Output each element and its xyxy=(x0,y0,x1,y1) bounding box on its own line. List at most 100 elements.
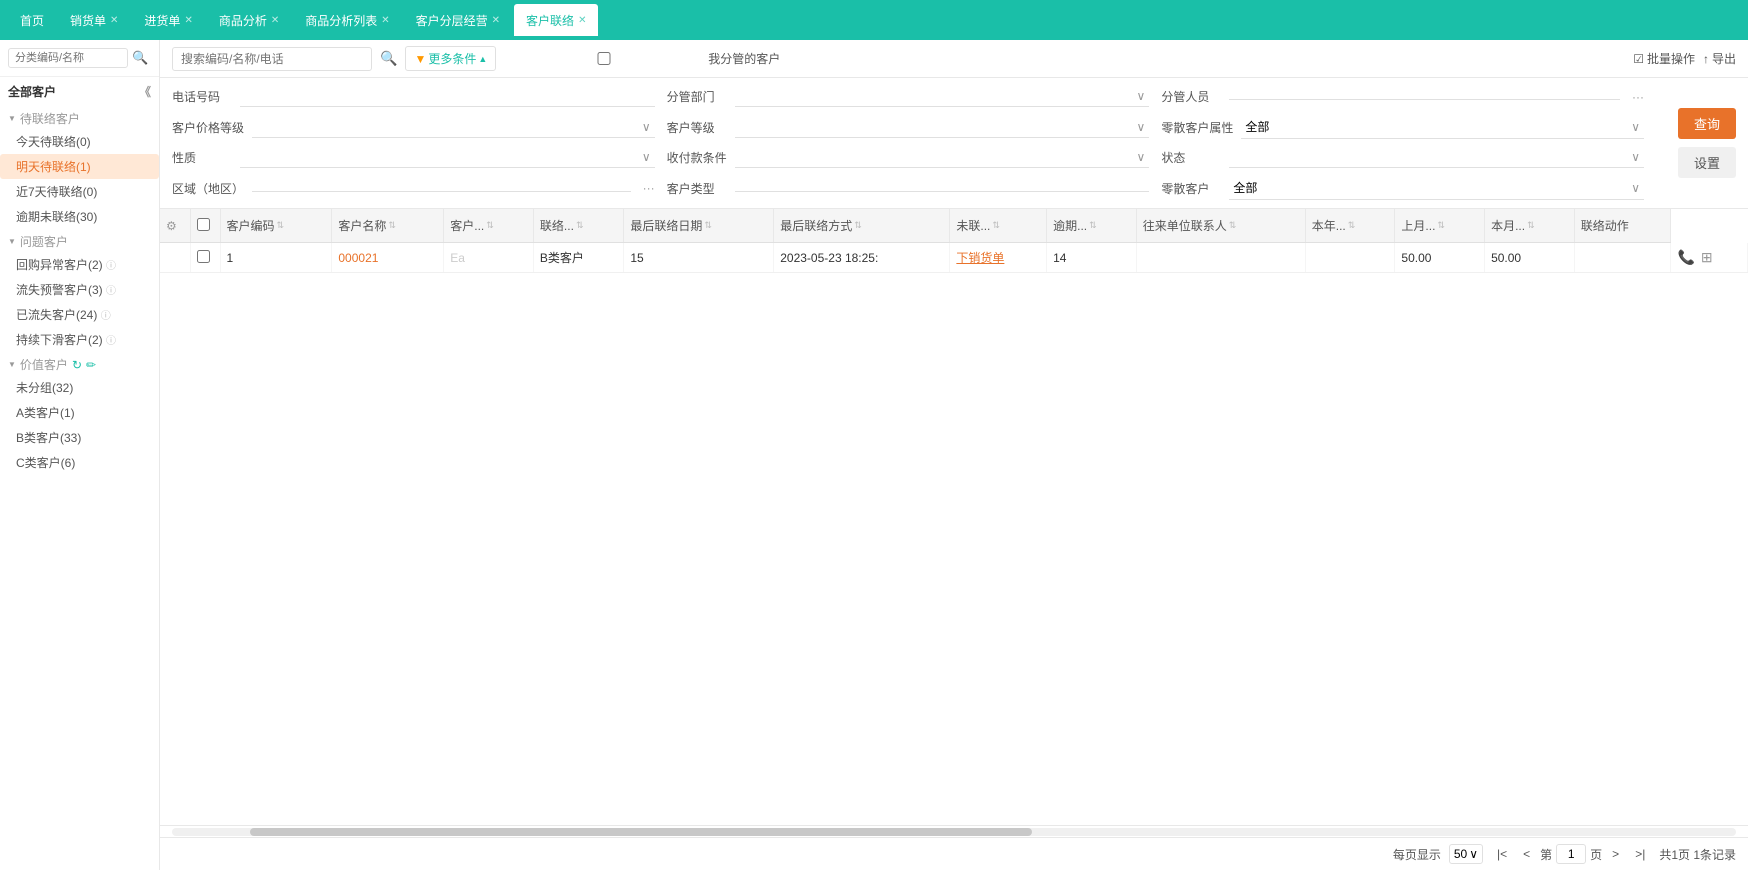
select-all-checkbox[interactable] xyxy=(197,218,210,231)
my-customers-checkbox[interactable]: 我分管的客户 xyxy=(504,50,780,67)
sort-overdue[interactable]: 逾期...⇅ xyxy=(1053,217,1130,234)
close-sales-icon[interactable]: ✕ xyxy=(110,15,118,26)
dept-arrow-icon: ∨ xyxy=(1137,89,1146,103)
nav-customer-contact[interactable]: 客户联络 ✕ xyxy=(514,4,598,36)
search-input[interactable] xyxy=(172,47,372,71)
sort-type[interactable]: 客户...⇅ xyxy=(450,217,527,234)
sidebar-item-churn-warning[interactable]: 流失预警客户(3) ⓘ xyxy=(0,277,159,302)
region-select[interactable] xyxy=(252,185,631,192)
settings-gear-icon[interactable]: ⚙ xyxy=(166,219,177,233)
customer-type-select[interactable] xyxy=(735,185,1150,192)
close-goods-list-icon[interactable]: ✕ xyxy=(381,15,389,26)
sort-icon-unit-contact: ⇅ xyxy=(1229,220,1237,231)
filter-nature: 性质 ∨ xyxy=(172,147,655,168)
batch-ops-btn[interactable]: ☑ 批量操作 xyxy=(1633,50,1695,67)
top-navigation: 首页 销货单 ✕ 进货单 ✕ 商品分析 ✕ 商品分析列表 ✕ 客户分层经营 ✕ … xyxy=(0,0,1748,40)
manager-dots-icon[interactable]: ··· xyxy=(1632,90,1644,104)
next-page-btn[interactable]: > xyxy=(1606,845,1625,863)
edit-icon[interactable]: ✏ xyxy=(86,358,96,372)
sort-last-method[interactable]: 最后联络方式⇅ xyxy=(780,217,943,234)
sidebar-group-problem: ▼ 问题客户 xyxy=(0,229,159,252)
first-page-btn[interactable]: |< xyxy=(1491,845,1513,863)
phone-action-icon-0[interactable]: 📞 xyxy=(1677,249,1694,266)
dept-select[interactable]: ∨ xyxy=(735,86,1150,107)
retail-attr-select[interactable]: 全部 ∨ xyxy=(1241,115,1644,139)
nav-customer-tier[interactable]: 客户分层经营 ✕ xyxy=(404,4,512,36)
sidebar-item-ungrouped[interactable]: 未分组(32) xyxy=(0,375,159,400)
page-suffix: 页 xyxy=(1590,846,1602,863)
close-customer-tier-icon[interactable]: ✕ xyxy=(492,15,500,26)
retail-customer-select[interactable]: 全部 ∨ xyxy=(1229,176,1644,200)
scroll-thumb[interactable] xyxy=(250,828,1032,836)
customer-level-select[interactable]: ∨ xyxy=(735,117,1150,138)
sidebar-item-churned[interactable]: 已流失客户(24) ⓘ xyxy=(0,302,159,327)
cell-settings-0 xyxy=(160,243,190,273)
sort-icon-name: ⇅ xyxy=(388,220,396,231)
cell-this-month-0 xyxy=(1574,243,1671,273)
table-footer: 每页显示 50 ∨ |< < 第 页 > >| 共1页 1条记录 xyxy=(160,837,1748,870)
sort-code[interactable]: 客户编码⇅ xyxy=(227,217,326,234)
sort-not-contacted[interactable]: 未联...⇅ xyxy=(956,217,1040,234)
cell-type-0: B类客户 xyxy=(533,243,623,273)
refresh-icon[interactable]: ↻ xyxy=(72,358,82,372)
nature-select[interactable]: ∨ xyxy=(240,147,655,168)
nav-goods-analysis[interactable]: 商品分析 ✕ xyxy=(207,4,291,36)
sidebar-item-class-b[interactable]: B类客户(33) xyxy=(0,425,159,450)
contact-method-link-0[interactable]: 下销货单 xyxy=(956,251,1004,265)
filter-search-icon[interactable]: 🔍 xyxy=(380,50,397,67)
sidebar-item-overdue[interactable]: 逾期未联络(30) xyxy=(0,204,159,229)
scroll-track[interactable] xyxy=(172,828,1736,836)
export-icon: ↑ xyxy=(1703,52,1709,66)
status-select[interactable]: ∨ xyxy=(1229,147,1644,168)
set-button[interactable]: 设置 xyxy=(1678,147,1736,178)
payment-select[interactable]: ∨ xyxy=(735,147,1150,168)
my-customers-check[interactable] xyxy=(504,52,704,65)
sidebar-search-icon[interactable]: 🔍 xyxy=(132,50,148,66)
sidebar-all-customers[interactable]: 全部客户 《 xyxy=(0,77,159,106)
sidebar-item-7days[interactable]: 近7天待联络(0) xyxy=(0,179,159,204)
close-goods-analysis-icon[interactable]: ✕ xyxy=(271,15,279,26)
sidebar-item-class-a[interactable]: A类客户(1) xyxy=(0,400,159,425)
close-purchase-icon[interactable]: ✕ xyxy=(184,15,192,26)
price-tier-select[interactable]: ∨ xyxy=(252,117,655,138)
last-page-btn[interactable]: >| xyxy=(1629,845,1651,863)
sidebar-item-class-c[interactable]: C类客户(6) xyxy=(0,450,159,475)
nav-purchase[interactable]: 进货单 ✕ xyxy=(132,4,204,36)
per-page-select[interactable]: 50 ∨ xyxy=(1449,844,1483,864)
sidebar-item-repurchase-abnormal[interactable]: 回购异常客户(2) ⓘ xyxy=(0,252,159,277)
more-conditions-btn[interactable]: ▼ 更多条件 ▲ xyxy=(405,46,496,71)
triangle-icon-2: ▼ xyxy=(8,237,16,246)
prev-page-btn[interactable]: < xyxy=(1517,845,1536,863)
sidebar-group-value: ▼ 价值客户 ↻ ✏ xyxy=(0,352,159,375)
grid-action-icon-0[interactable]: ⊞ xyxy=(1701,249,1713,266)
per-page-label: 每页显示 xyxy=(1393,846,1441,863)
nav-goods-analysis-list[interactable]: 商品分析列表 ✕ xyxy=(293,4,401,36)
filter-retail-customer: 零散客户 全部 ∨ xyxy=(1161,176,1644,200)
sort-this-month[interactable]: 本月...⇅ xyxy=(1491,217,1568,234)
nav-home[interactable]: 首页 xyxy=(8,4,56,36)
horizontal-scrollbar[interactable] xyxy=(160,825,1748,837)
row-checkbox-0[interactable] xyxy=(197,250,210,263)
cell-action-0: 📞 ⊞ xyxy=(1671,243,1748,273)
sidebar-item-declining[interactable]: 持续下滑客户(2) ⓘ xyxy=(0,327,159,352)
sort-icon-this-month: ⇅ xyxy=(1527,220,1535,231)
sidebar-search-input[interactable] xyxy=(8,48,128,68)
region-dots-icon[interactable]: ··· xyxy=(643,181,655,195)
manager-select[interactable] xyxy=(1229,93,1620,100)
sort-contacts[interactable]: 联络...⇅ xyxy=(540,217,617,234)
sidebar-item-tomorrow[interactable]: 明天待联络(1) xyxy=(0,154,159,179)
sort-name[interactable]: 客户名称⇅ xyxy=(338,217,437,234)
sort-last-month[interactable]: 上月...⇅ xyxy=(1401,217,1478,234)
close-customer-contact-icon[interactable]: ✕ xyxy=(578,15,586,26)
page-input[interactable] xyxy=(1556,844,1586,864)
sort-unit-contact[interactable]: 往来单位联系人⇅ xyxy=(1143,217,1299,234)
col-unit-contact: 往来单位联系人⇅ xyxy=(1136,209,1305,243)
phone-input[interactable] xyxy=(240,86,655,107)
export-btn[interactable]: ↑ 导出 xyxy=(1703,50,1736,67)
query-button[interactable]: 查询 xyxy=(1678,108,1736,139)
sidebar-item-today[interactable]: 今天待联络(0) xyxy=(0,129,159,154)
sort-last-date[interactable]: 最后联络日期⇅ xyxy=(630,217,767,234)
cell-contacts-0: 15 xyxy=(624,243,774,273)
nav-sales[interactable]: 销货单 ✕ xyxy=(58,4,130,36)
sort-this-year[interactable]: 本年...⇅ xyxy=(1312,217,1389,234)
